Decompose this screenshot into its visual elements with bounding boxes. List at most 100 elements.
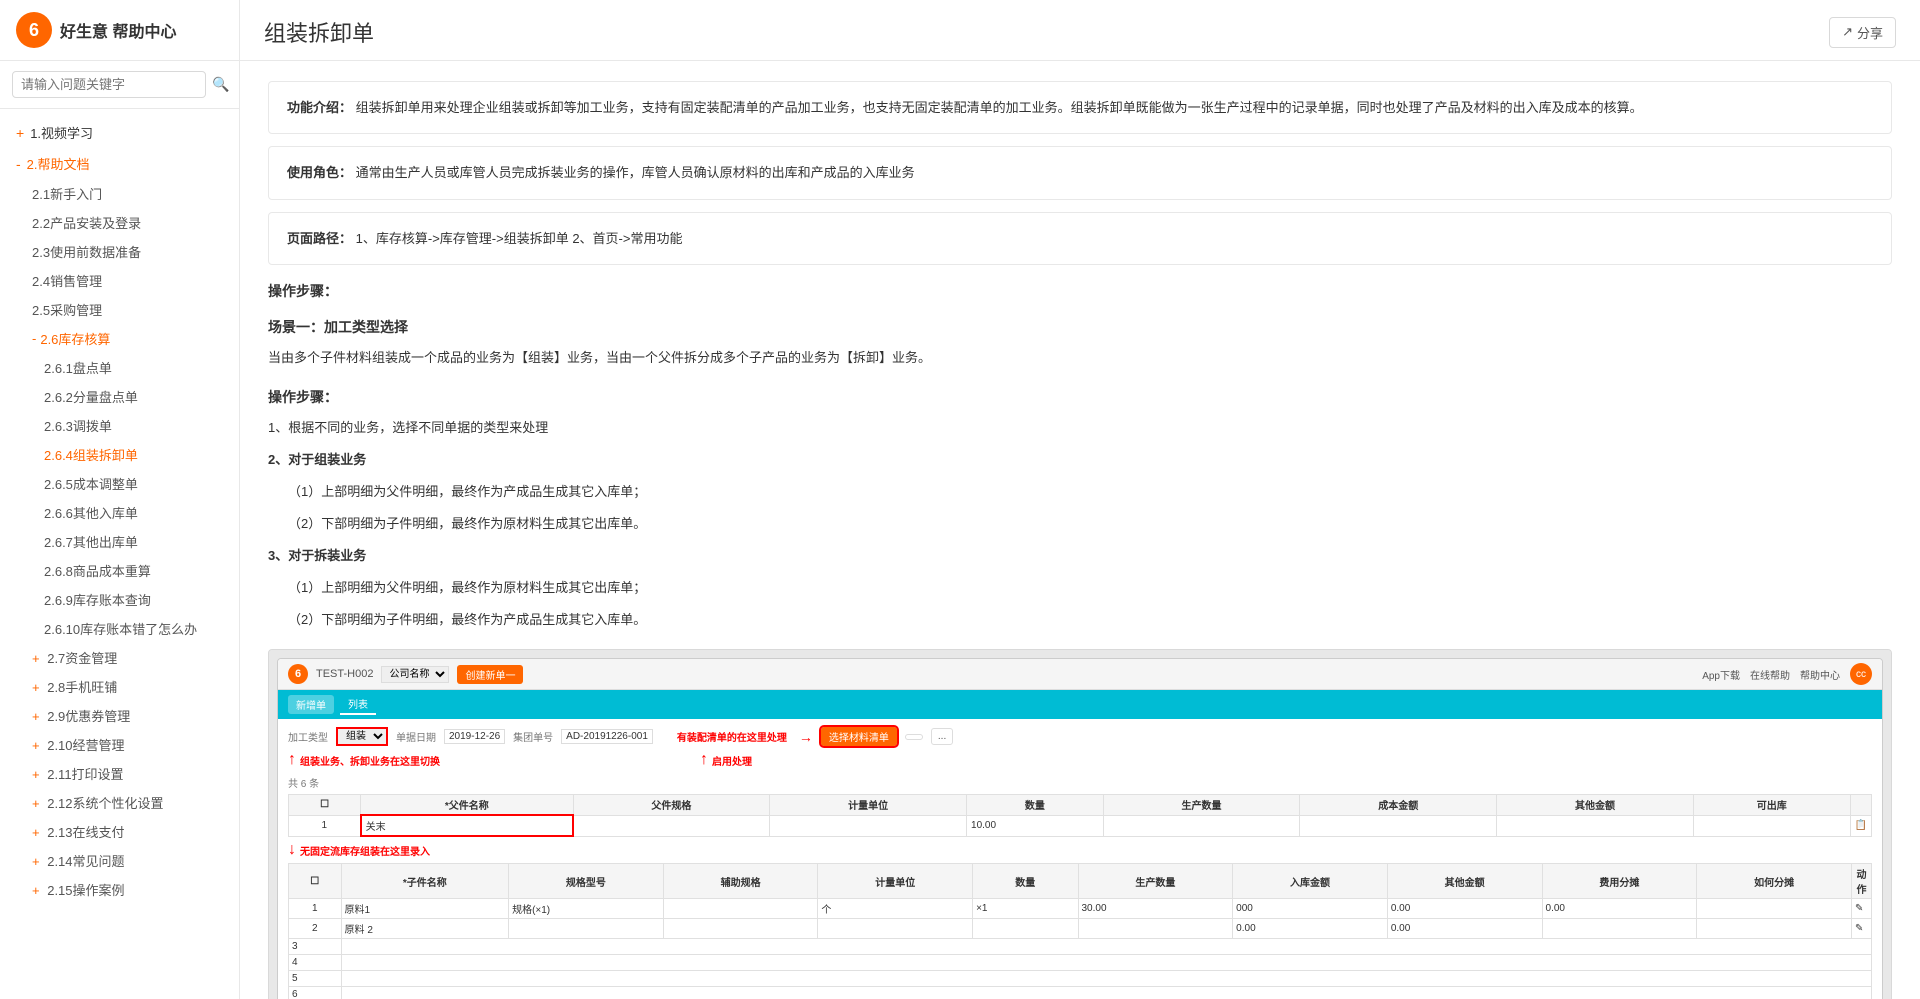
minus-icon2: - [32,331,36,346]
td-child-name1: 原料1 [341,899,509,919]
app-confirm-btn[interactable] [905,734,923,740]
th-avail: 可出库 [1693,795,1850,816]
sidebar-item-cost-recalc[interactable]: 2.6.8商品成本重算 [0,556,239,585]
sidebar-item-purchase[interactable]: 2.5采购管理 [0,295,239,324]
app-date-label: 单据日期 [396,729,436,744]
app-company-select[interactable]: 公司名称 [381,666,449,683]
arrow-icon1: → [799,729,813,745]
sidebar-item-sales[interactable]: 2.4销售管理 [0,266,239,295]
app-more-btn[interactable]: ... [931,728,953,745]
td-qty: 10.00 [967,815,1104,836]
screenshot-inner: 6 TEST-H002 公司名称 创建新单一 App下载 在线帮助 帮助中心 c… [269,650,1891,999]
logo-icon: 6 [16,12,52,48]
td-b5-empty [341,971,1871,987]
app-assemble-value: AD-20191226-001 [561,729,653,744]
step3-title: 3、对于拆装业务 [268,543,1892,569]
sidebar-item-other-out[interactable]: 2.6.7其他出库单 [0,527,239,556]
td-cost [1300,815,1497,836]
td-inamt-b1: 000 [1233,899,1388,919]
sidebar-item-cost-adj[interactable]: 2.6.5成本调整单 [0,469,239,498]
td-prod [1103,815,1300,836]
step3-2: （2）下部明细为子件明细，最终作为产成品生成其它入库单。 [268,607,1892,633]
app-form-area: 加工类型 组装 拆卸 单据日期 2019-12-26 集团单号 AD-20191… [278,719,1882,999]
app-nav-helpcenter[interactable]: 帮助中心 [1800,667,1840,682]
sidebar-item-coupons[interactable]: + 2.9优惠券管理 [0,701,239,730]
topbar: 组装拆卸单 ↗ 分享 [240,0,1920,61]
role-label: 使用角色： [287,165,352,180]
td-prod-b2 [1078,919,1233,939]
th-alloc: 费用分摊 [1542,864,1697,899]
sidebar-item-videos[interactable]: + 1.视频学习 [0,117,239,148]
sidebar-item-install[interactable]: 2.2产品安装及登录 [0,208,239,237]
step3-1: （1）上部明细为父件明细，最终作为原材料生成其它出库单； [268,575,1892,601]
th-aux: 辅助规格 [663,864,818,899]
sidebar-item-other-in[interactable]: 2.6.6其他入库单 [0,498,239,527]
th-in-amt: 入库金额 [1233,864,1388,899]
td-b3-1: 3 [289,939,342,955]
sidebar-item-transfer[interactable]: 2.6.3调拨单 [0,411,239,440]
td-prod-b1: 30.00 [1078,899,1233,919]
app-window: 6 TEST-H002 公司名称 创建新单一 App下载 在线帮助 帮助中心 c… [277,658,1883,999]
th-other2: 其他金额 [1387,864,1542,899]
arrow-icon4: ↓ [288,841,296,859]
sidebar-item-finance[interactable]: + 2.7资金管理 [0,643,239,672]
sidebar-item-print[interactable]: + 2.11打印设置 [0,759,239,788]
search-button[interactable]: 🔍 [212,76,229,93]
annotation-switch: 组装业务、拆卸业务在这里切换 [300,753,440,768]
app-process-btn[interactable]: 选择材料清单 [821,727,897,746]
sidebar-item-inventory[interactable]: - 2.6库存核算 [0,324,239,353]
share-icon: ↗ [1842,24,1853,40]
table-row-bottom-4: 4 [289,955,1872,971]
sidebar-item-cases[interactable]: + 2.15操作案例 [0,875,239,904]
sidebar-nav: + 1.视频学习 - 2.帮助文档 2.1新手入门 2.2产品安装及登录 2.3… [0,109,239,999]
main-content: 组装拆卸单 ↗ 分享 功能介绍： 组装拆卸单用来处理企业组装或拆卸等加工业务，支… [240,0,1920,999]
app-nav-help[interactable]: 在线帮助 [1750,667,1790,682]
sidebar-item-system[interactable]: + 2.12系统个性化设置 [0,788,239,817]
search-input[interactable] [12,71,206,98]
bottom-table: ☐ *子件名称 规格型号 辅助规格 计量单位 数量 生产数量 入库金额 其他金额 [288,863,1872,999]
sidebar-item-inventory-query[interactable]: 2.6.9库存账本查询 [0,585,239,614]
sidebar-item-mobile[interactable]: + 2.8手机旺铺 [0,672,239,701]
th-action-top [1850,795,1871,816]
sidebar-item-data-prep[interactable]: 2.3使用前数据准备 [0,237,239,266]
td-child-name2: 原料 2 [341,919,509,939]
path-text: 1、库存核算->库存管理->组装拆卸单 2、首页->常用功能 [356,231,683,246]
sidebar-item-stocktake[interactable]: 2.6.1盘点单 [0,353,239,382]
td-action: 📋 [1850,815,1871,836]
td-other [1497,815,1694,836]
annotation-bom: 有装配清单的在这里处理 [677,729,787,744]
th-action2: 动作 [1852,864,1872,899]
td-b4-empty [341,955,1871,971]
sidebar-item-assembly[interactable]: 2.6.4组装拆卸单 [0,440,239,469]
app-titlebar: 6 TEST-H002 公司名称 创建新单一 App下载 在线帮助 帮助中心 c… [278,659,1882,690]
share-button[interactable]: ↗ 分享 [1829,17,1896,48]
app-nav-apptool[interactable]: App下载 [1702,667,1740,682]
td-b5-1: 5 [289,971,342,987]
sidebar-item-beginner[interactable]: 2.1新手入门 [0,179,239,208]
app-new-order-btn[interactable]: 创建新单一 [457,665,523,684]
app-user-avatar[interactable]: cc [1850,663,1872,685]
plus-icon10: + [32,883,40,898]
app-tab-list[interactable]: 列表 [340,694,376,715]
th-parent-spec: 父件规格 [573,795,770,816]
plus-icon3: + [32,680,40,695]
td-how-b2 [1697,919,1852,939]
sidebar-item-faq[interactable]: + 2.14常见问题 [0,846,239,875]
td-aux2 [663,919,818,939]
sidebar-item-payment[interactable]: + 2.13在线支付 [0,817,239,846]
td-unit-b1: 个 [818,899,973,919]
arrow-icon2: ↑ [288,751,296,769]
annotation-no-bom: 无固定流库存组装在这里录入 [300,843,430,858]
th-qty2: 数量 [973,864,1078,899]
sidebar-item-help-docs[interactable]: - 2.帮助文档 [0,148,239,179]
sidebar-item-partial-stocktake[interactable]: 2.6.2分量盘点单 [0,382,239,411]
app-type-select[interactable]: 组装 拆卸 [336,727,388,746]
sidebar-item-operations[interactable]: + 2.10经营管理 [0,730,239,759]
step2-title: 2、对于组装业务 [268,447,1892,473]
td-alloc-b1: 0.00 [1542,899,1697,919]
arrow-icon3: ↑ [700,751,708,769]
th-qty: 数量 [967,795,1104,816]
app-tab-new[interactable]: 新增单 [288,695,334,714]
th-prod-qty: 生产数量 [1103,795,1300,816]
sidebar-item-inventory-fix[interactable]: 2.6.10库存账本错了怎么办 [0,614,239,643]
